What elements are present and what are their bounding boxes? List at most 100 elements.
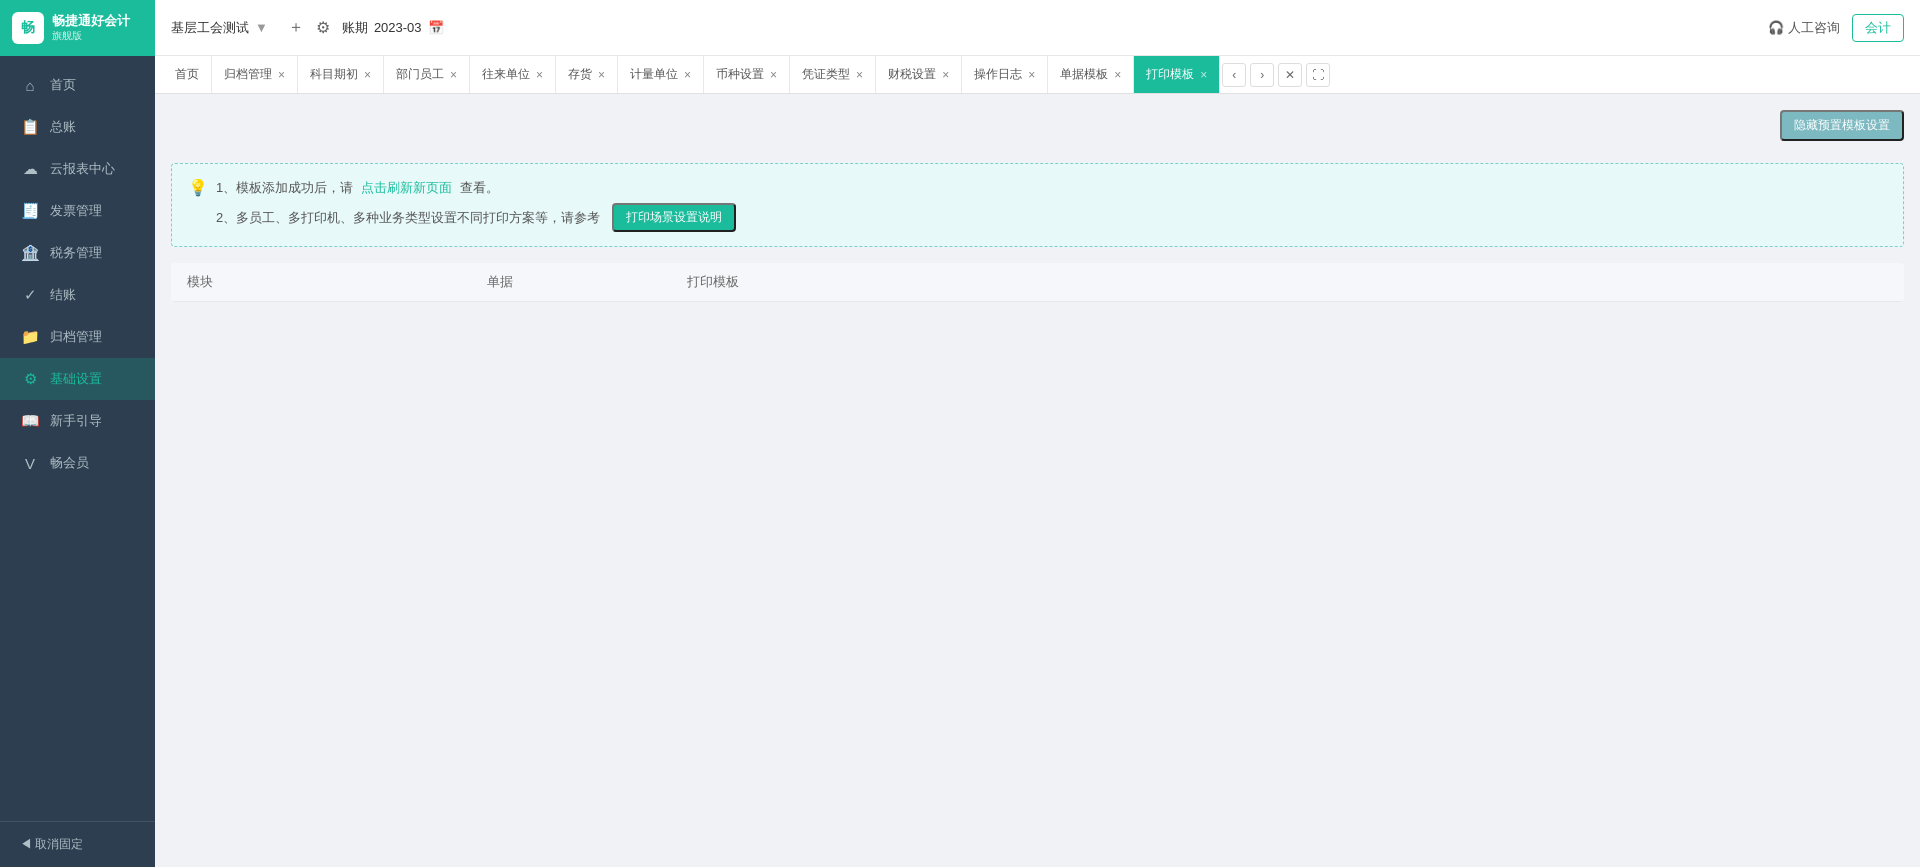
tab-label-unit: 计量单位 <box>630 66 678 83</box>
tab-label-subject: 科目期初 <box>310 66 358 83</box>
tab-label-archive: 归档管理 <box>224 66 272 83</box>
tab-dept[interactable]: 部门员工 × <box>384 56 470 94</box>
tab-close-archive[interactable]: × <box>278 68 285 82</box>
tab-oplog[interactable]: 操作日志× <box>962 56 1048 94</box>
sidebar-item-reports[interactable]: ☁云报表中心 <box>0 148 155 190</box>
bulb-icon: 💡 <box>188 178 208 197</box>
info-row-2: 2、多员工、多打印机、多种业务类型设置不同打印方案等，请参考 打印场景设置说明 <box>188 203 1887 232</box>
headset-icon: 🎧 <box>1768 20 1784 35</box>
sidebar-item-settlement[interactable]: ✓ 结账 <box>0 274 155 316</box>
tab-close-dept[interactable]: × <box>450 68 457 82</box>
tab-singledoc[interactable]: 单据模板 × <box>1048 56 1134 94</box>
topbar: 基层工会测试 ▼ ＋ ⚙ 账期 2023-03 📅 🎧 人工咨询 会计 <box>155 0 1920 56</box>
tab-label-currency: 币种设置 <box>716 66 764 83</box>
logo-name: 畅捷通好会计 <box>52 13 130 30</box>
nav-icon-basic: ⚙ <box>20 370 40 388</box>
company-selector[interactable]: 基层工会测试 ▼ <box>171 19 268 37</box>
tab-close-customer[interactable]: × <box>536 68 543 82</box>
nav-icon-tax: 🏦 <box>20 244 40 262</box>
template-table: 模块 单据 打印模板 <box>171 263 1904 302</box>
support-button[interactable]: 🎧 人工咨询 <box>1768 19 1840 37</box>
tab-expand[interactable]: ⛶ <box>1306 63 1330 87</box>
sidebar-item-guide[interactable]: 📖新手引导 <box>0 400 155 442</box>
nav-label-basic: 基础设置 <box>50 370 102 388</box>
logo-sub: 旗舰版 <box>52 29 130 43</box>
tab-close-voucher[interactable]: × <box>856 68 863 82</box>
support-label: 人工咨询 <box>1788 19 1840 37</box>
hide-template-button[interactable]: 隐藏预置模板设置 <box>1780 110 1904 141</box>
sidebar-item-archive[interactable]: 📁 归档管理 <box>0 316 155 358</box>
sidebar-logo: 畅 畅捷通好会计 旗舰版 <box>0 0 155 56</box>
tab-voucher[interactable]: 凭证类型 × <box>790 56 876 94</box>
tab-currency[interactable]: 币种设置 × <box>704 56 790 94</box>
col-doc: 单据 <box>471 263 671 301</box>
tab-label-inventory: 存货 <box>568 66 592 83</box>
refresh-link[interactable]: 点击刷新新页面 <box>361 179 452 197</box>
tab-label-voucher: 凭证类型 <box>802 66 850 83</box>
tab-home[interactable]: 首页 <box>163 56 212 94</box>
nav-label-home: 首页 <box>50 76 76 94</box>
info-box: 💡 1、模板添加成功后，请 点击刷新新页面 查看。 2、多员工、多打印机、多种业… <box>171 163 1904 247</box>
tab-label-printtemplate: 打印模板 <box>1146 66 1194 83</box>
nav-label-settlement: 结账 <box>50 286 76 304</box>
nav-label-archive: 归档管理 <box>50 328 102 346</box>
tab-label-dept: 部门员工 <box>396 66 444 83</box>
tab-close-taxsetting[interactable]: × <box>942 68 949 82</box>
tab-close-currency[interactable]: × <box>770 68 777 82</box>
sidebar-item-member[interactable]: V 畅会员 <box>0 442 155 484</box>
col-template: 打印模板 <box>671 263 1904 301</box>
tab-customer[interactable]: 往来单位 × <box>470 56 556 94</box>
nav-icon-settlement: ✓ <box>20 286 40 304</box>
kuaiji-button[interactable]: 会计 <box>1852 14 1904 42</box>
tab-close-subject[interactable]: × <box>364 68 371 82</box>
sidebar-nav: ⌂ 首页 📋 总账 ☁云报表中心🧾发票管理 🏦 税务管理 ✓ 结账 📁 归档管理 ⚙ 基础设置 📖新手引导… <box>0 56 155 821</box>
main-content: 隐藏预置模板设置 💡 1、模板添加成功后，请 点击刷新新页面 查看。 2、多员工… <box>155 94 1920 867</box>
nav-icon-archive: 📁 <box>20 328 40 346</box>
table-header: 模块 单据 打印模板 <box>171 263 1904 302</box>
tab-label-customer: 往来单位 <box>482 66 530 83</box>
tab-nav-left[interactable]: ‹ <box>1222 63 1246 87</box>
unpin-label: ◀ 取消固定 <box>20 836 83 853</box>
info-text-1-before: 1、模板添加成功后，请 <box>216 179 353 197</box>
period-selector[interactable]: 账期 2023-03 📅 <box>342 19 444 37</box>
tab-taxsetting[interactable]: 财税设置 × <box>876 56 962 94</box>
col-module: 模块 <box>171 263 471 301</box>
tab-close-unit[interactable]: × <box>684 68 691 82</box>
info-text-2: 2、多员工、多打印机、多种业务类型设置不同打印方案等，请参考 <box>216 209 600 227</box>
period-label: 账期 <box>342 19 368 37</box>
tab-subject[interactable]: 科目期初 × <box>298 56 384 94</box>
tab-close-singledoc[interactable]: × <box>1114 68 1121 82</box>
sidebar-item-ledger[interactable]: 📋 总账 <box>0 106 155 148</box>
sidebar-item-invoice[interactable]: 🧾发票管理 <box>0 190 155 232</box>
info-row-1: 💡 1、模板添加成功后，请 点击刷新新页面 查看。 <box>188 178 1887 197</box>
tab-nav-right[interactable]: › <box>1250 63 1274 87</box>
tab-label-singledoc: 单据模板 <box>1060 66 1108 83</box>
nav-label-ledger: 总账 <box>50 118 76 136</box>
tab-close-inventory[interactable]: × <box>598 68 605 82</box>
nav-label-tax: 税务管理 <box>50 244 102 262</box>
settings-icon[interactable]: ⚙ <box>316 18 330 37</box>
company-name: 基层工会测试 <box>171 19 249 37</box>
period-value: 2023-03 <box>374 20 422 35</box>
sidebar-item-home[interactable]: ⌂ 首页 <box>0 64 155 106</box>
tab-close-printtemplate[interactable]: × <box>1200 68 1207 82</box>
nav-label-member: 畅会员 <box>50 454 89 472</box>
tab-inventory[interactable]: 存货 × <box>556 56 618 94</box>
add-icon[interactable]: ＋ <box>288 17 304 38</box>
tab-label-taxsetting: 财税设置 <box>888 66 936 83</box>
print-explain-button[interactable]: 打印场景设置说明 <box>612 203 736 232</box>
nav-icon-invoice: 🧾 <box>20 202 40 220</box>
nav-icon-ledger: 📋 <box>20 118 40 136</box>
tabbar: 首页归档管理 × 科目期初 × 部门员工 × 往来单位 × 存货 × 计量单位 × 币种设置 × 凭证类型 ×… <box>155 56 1920 94</box>
nav-icon-member: V <box>20 455 40 472</box>
tab-printtemplate[interactable]: 打印模板 × <box>1134 56 1220 94</box>
sidebar-item-basic[interactable]: ⚙ 基础设置 <box>0 358 155 400</box>
tab-archive[interactable]: 归档管理 × <box>212 56 298 94</box>
tab-close-all[interactable]: ✕ <box>1278 63 1302 87</box>
nav-icon-home: ⌂ <box>20 77 40 94</box>
tab-close-oplog[interactable]: × <box>1028 68 1035 82</box>
calendar-icon: 📅 <box>428 20 444 35</box>
sidebar-footer[interactable]: ◀ 取消固定 <box>0 821 155 867</box>
tab-unit[interactable]: 计量单位 × <box>618 56 704 94</box>
sidebar-item-tax[interactable]: 🏦 税务管理 <box>0 232 155 274</box>
